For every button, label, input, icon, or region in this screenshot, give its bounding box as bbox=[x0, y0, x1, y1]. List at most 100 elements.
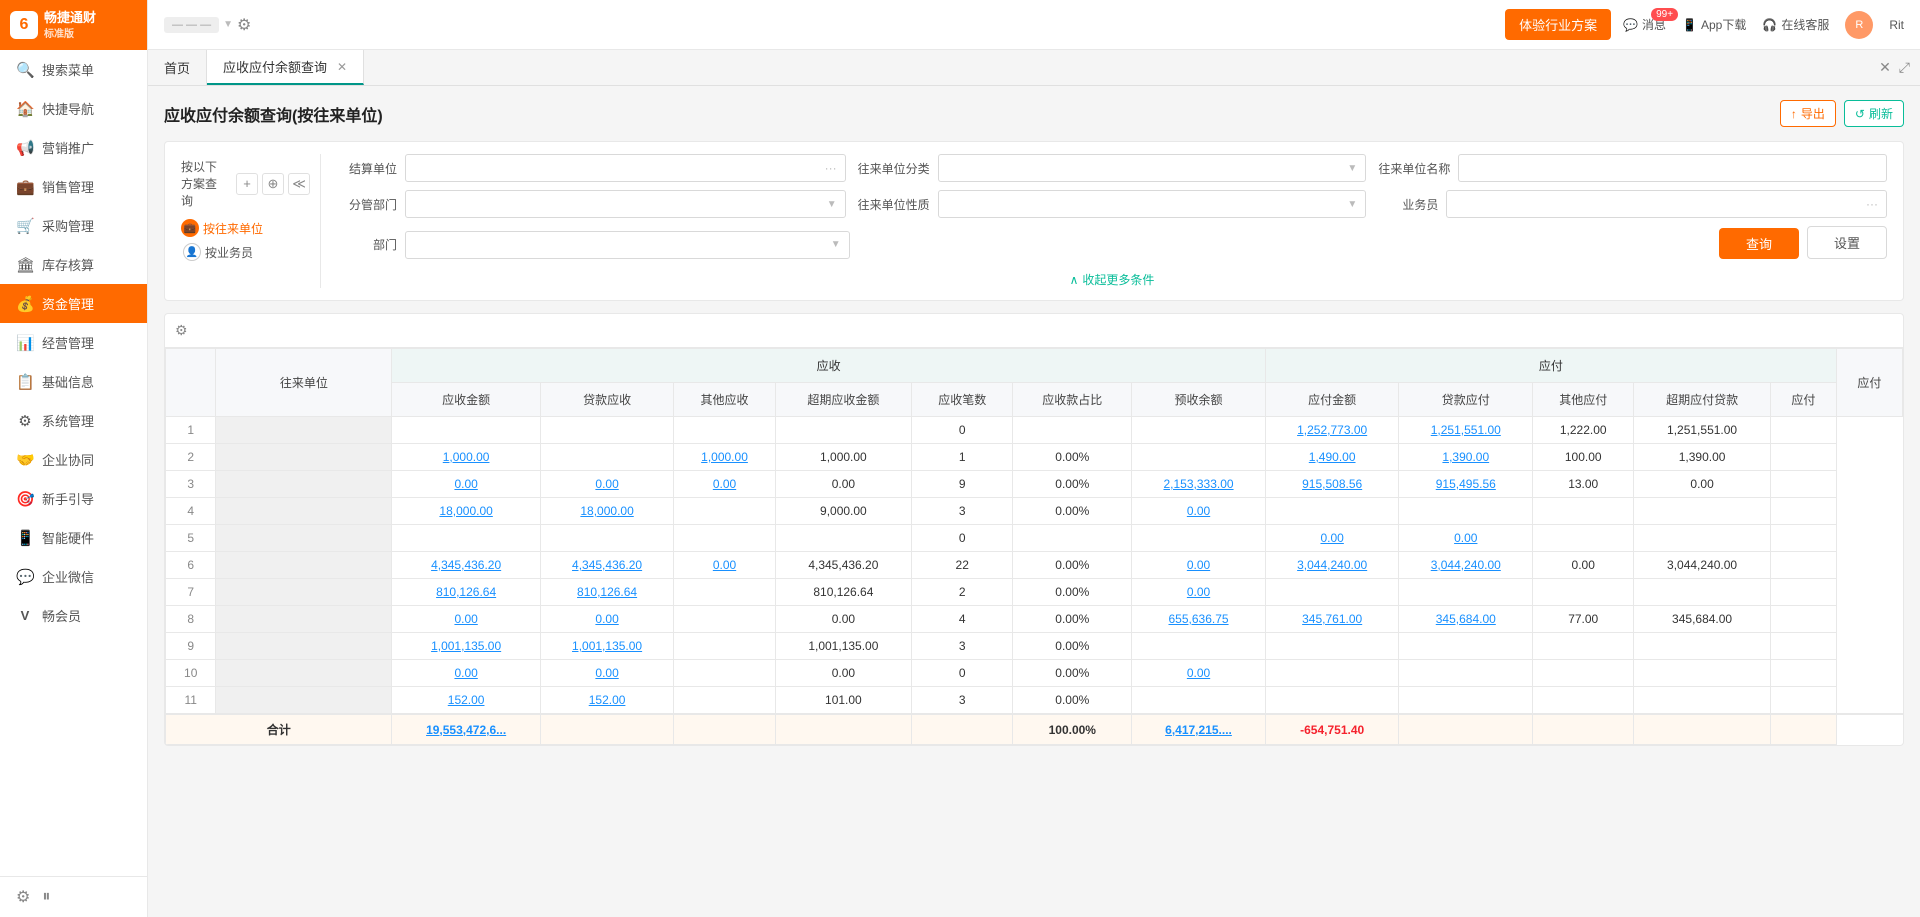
ar-prepay-cell[interactable]: 655,636.75 bbox=[1132, 606, 1266, 633]
tab-home[interactable]: 首页 bbox=[148, 50, 207, 85]
ar-amount-cell[interactable]: 4,345,436.20 bbox=[392, 552, 540, 579]
ar-prepay-cell[interactable]: 0.00 bbox=[1132, 552, 1266, 579]
salesman-input[interactable]: ··· bbox=[1446, 190, 1887, 218]
ap-loan-cell bbox=[1399, 633, 1533, 660]
ar-loan-cell[interactable]: 0.00 bbox=[540, 606, 674, 633]
ap-amount-cell[interactable]: 345,761.00 bbox=[1265, 606, 1399, 633]
ar-other-cell[interactable]: 0.00 bbox=[674, 552, 775, 579]
ap-loan-cell[interactable]: 3,044,240.00 bbox=[1399, 552, 1533, 579]
tab-ar-ap[interactable]: 应收应付余额查询 ✕ bbox=[207, 50, 364, 85]
dept-manage-input[interactable]: ▼ bbox=[405, 190, 846, 218]
ar-other-cell[interactable]: 0.00 bbox=[674, 471, 775, 498]
sidebar-item-quick-nav[interactable]: 🏠 快捷导航 bbox=[0, 89, 147, 128]
ar-amount-cell[interactable]: 18,000.00 bbox=[392, 498, 540, 525]
ar-loan-cell[interactable]: 18,000.00 bbox=[540, 498, 674, 525]
ap-col-cell bbox=[1770, 633, 1836, 660]
ar-other-cell bbox=[674, 687, 775, 715]
row-num: 7 bbox=[166, 579, 216, 606]
ar-loan-cell[interactable]: 4,345,436.20 bbox=[540, 552, 674, 579]
sidebar-item-system[interactable]: ⚙ 系统管理 bbox=[0, 401, 147, 440]
username[interactable]: Rit bbox=[1889, 18, 1904, 32]
ar-loan-cell[interactable]: 1,001,135.00 bbox=[540, 633, 674, 660]
sidebar-item-member[interactable]: V 畅会员 bbox=[0, 596, 147, 635]
ar-amount-cell[interactable]: 1,000.00 bbox=[392, 444, 540, 471]
unit-name-input[interactable] bbox=[1458, 154, 1887, 182]
ap-amount-cell[interactable]: 915,508.56 bbox=[1265, 471, 1399, 498]
ar-loan-cell[interactable]: 0.00 bbox=[540, 471, 674, 498]
refresh-button[interactable]: ↺ 刷新 bbox=[1844, 100, 1904, 127]
ar-amount-cell[interactable]: 810,126.64 bbox=[392, 579, 540, 606]
logo-sub: 标准版 bbox=[44, 25, 96, 40]
footer-ar-amount[interactable]: 19,553,472,6... bbox=[392, 714, 540, 745]
ar-ratio-cell: 0.00% bbox=[1013, 444, 1132, 471]
window-close-icon[interactable]: ✕ bbox=[1879, 59, 1891, 76]
ap-loan-cell bbox=[1399, 498, 1533, 525]
ar-amount-cell[interactable]: 0.00 bbox=[392, 606, 540, 633]
scheme-by-staff[interactable]: 👤 按业务员 bbox=[183, 243, 310, 261]
ap-loan-cell[interactable]: 345,684.00 bbox=[1399, 606, 1533, 633]
online-service-button[interactable]: 🎧 在线客服 bbox=[1762, 16, 1829, 33]
unit-name-cell bbox=[216, 498, 392, 525]
sidebar-item-finance[interactable]: 💰 资金管理 bbox=[0, 284, 147, 323]
sidebar-item-inventory[interactable]: 🏛 库存核算 bbox=[0, 245, 147, 284]
ar-amount-cell[interactable]: 152.00 bbox=[392, 687, 540, 715]
ar-count-cell: 2 bbox=[912, 579, 1013, 606]
ap-loan-cell[interactable]: 1,251,551.00 bbox=[1399, 417, 1533, 444]
ap-amount-cell[interactable]: 1,490.00 bbox=[1265, 444, 1399, 471]
header-gear-icon[interactable]: ⚙ bbox=[237, 15, 251, 35]
ar-overdue-cell bbox=[775, 417, 911, 444]
add-scheme-icon[interactable]: + bbox=[236, 173, 258, 195]
ar-prepay-cell[interactable]: 0.00 bbox=[1132, 579, 1266, 606]
message-button[interactable]: 💬 消息 99+ bbox=[1623, 16, 1666, 33]
collapse-conditions[interactable]: ∧ 收起更多条件 bbox=[337, 271, 1887, 288]
sidebar-item-operation[interactable]: 📊 经营管理 bbox=[0, 323, 147, 362]
ar-prepay-cell[interactable]: 0.00 bbox=[1132, 498, 1266, 525]
scheme-by-unit[interactable]: 💼 按往来单位 bbox=[181, 219, 310, 237]
export-button[interactable]: ↑ 导出 bbox=[1780, 100, 1836, 127]
ap-loan-cell[interactable]: 915,495.56 bbox=[1399, 471, 1533, 498]
col-ar-ratio-header: 应收款占比 bbox=[1013, 383, 1132, 417]
ar-amount-cell[interactable]: 0.00 bbox=[392, 660, 540, 687]
ap-loan-cell[interactable]: 0.00 bbox=[1399, 525, 1533, 552]
sidebar-item-label: 畅会员 bbox=[42, 606, 81, 625]
ar-amount-cell[interactable]: 0.00 bbox=[392, 471, 540, 498]
sidebar-item-marketing[interactable]: 📢 营销推广 bbox=[0, 128, 147, 167]
table-settings-icon[interactable]: ⚙ bbox=[175, 322, 188, 339]
footer-ar-prepay[interactable]: 6,417,215.... bbox=[1132, 714, 1266, 745]
ar-amount-cell[interactable]: 1,001,135.00 bbox=[392, 633, 540, 660]
unit-nature-input[interactable]: ▼ bbox=[938, 190, 1367, 218]
ap-amount-cell[interactable]: 0.00 bbox=[1265, 525, 1399, 552]
sidebar-item-guide[interactable]: 🎯 新手引导 bbox=[0, 479, 147, 518]
ap-other-cell: 77.00 bbox=[1533, 606, 1634, 633]
dept-input[interactable]: ▼ bbox=[405, 231, 850, 259]
ar-loan-cell[interactable]: 810,126.64 bbox=[540, 579, 674, 606]
unit-category-input[interactable]: ▼ bbox=[938, 154, 1367, 182]
expand-icon[interactable]: ⏸ bbox=[42, 888, 50, 906]
sidebar-item-purchase[interactable]: 🛒 采购管理 bbox=[0, 206, 147, 245]
ar-loan-cell[interactable]: 152.00 bbox=[540, 687, 674, 715]
ap-amount-cell[interactable]: 1,252,773.00 bbox=[1265, 417, 1399, 444]
ar-prepay-cell[interactable]: 2,153,333.00 bbox=[1132, 471, 1266, 498]
window-maximize-icon[interactable]: ⤢ bbox=[1899, 59, 1910, 76]
sidebar-item-sales[interactable]: 💼 销售管理 bbox=[0, 167, 147, 206]
sidebar-item-smart-hw[interactable]: 📱 智能硬件 bbox=[0, 518, 147, 557]
app-download-button[interactable]: 📱 App下载 bbox=[1682, 16, 1746, 33]
sidebar-item-enterprise[interactable]: 🤝 企业协同 bbox=[0, 440, 147, 479]
trial-button[interactable]: 体验行业方案 bbox=[1505, 9, 1611, 40]
ar-other-cell[interactable]: 1,000.00 bbox=[674, 444, 775, 471]
ar-prepay-cell[interactable]: 0.00 bbox=[1132, 660, 1266, 687]
settings-bottom-icon[interactable]: ⚙ bbox=[16, 887, 30, 907]
settings-button[interactable]: 设置 bbox=[1807, 226, 1887, 259]
scheme-collapse-icon[interactable]: ≪ bbox=[288, 173, 310, 195]
tab-close-icon[interactable]: ✕ bbox=[337, 60, 347, 74]
sidebar-item-basic-info[interactable]: 📋 基础信息 bbox=[0, 362, 147, 401]
settlement-input[interactable]: ··· bbox=[405, 154, 846, 182]
ap-loan-cell[interactable]: 1,390.00 bbox=[1399, 444, 1533, 471]
ar-loan-cell[interactable]: 0.00 bbox=[540, 660, 674, 687]
sidebar-item-wechat[interactable]: 💬 企业微信 bbox=[0, 557, 147, 596]
ap-overdue-cell bbox=[1634, 687, 1770, 715]
sidebar-item-search-menu[interactable]: 🔍 搜索菜单 bbox=[0, 50, 147, 89]
query-button[interactable]: 查询 bbox=[1719, 228, 1799, 259]
scheme-settings-icon[interactable]: ⊕ bbox=[262, 173, 284, 195]
ap-amount-cell[interactable]: 3,044,240.00 bbox=[1265, 552, 1399, 579]
